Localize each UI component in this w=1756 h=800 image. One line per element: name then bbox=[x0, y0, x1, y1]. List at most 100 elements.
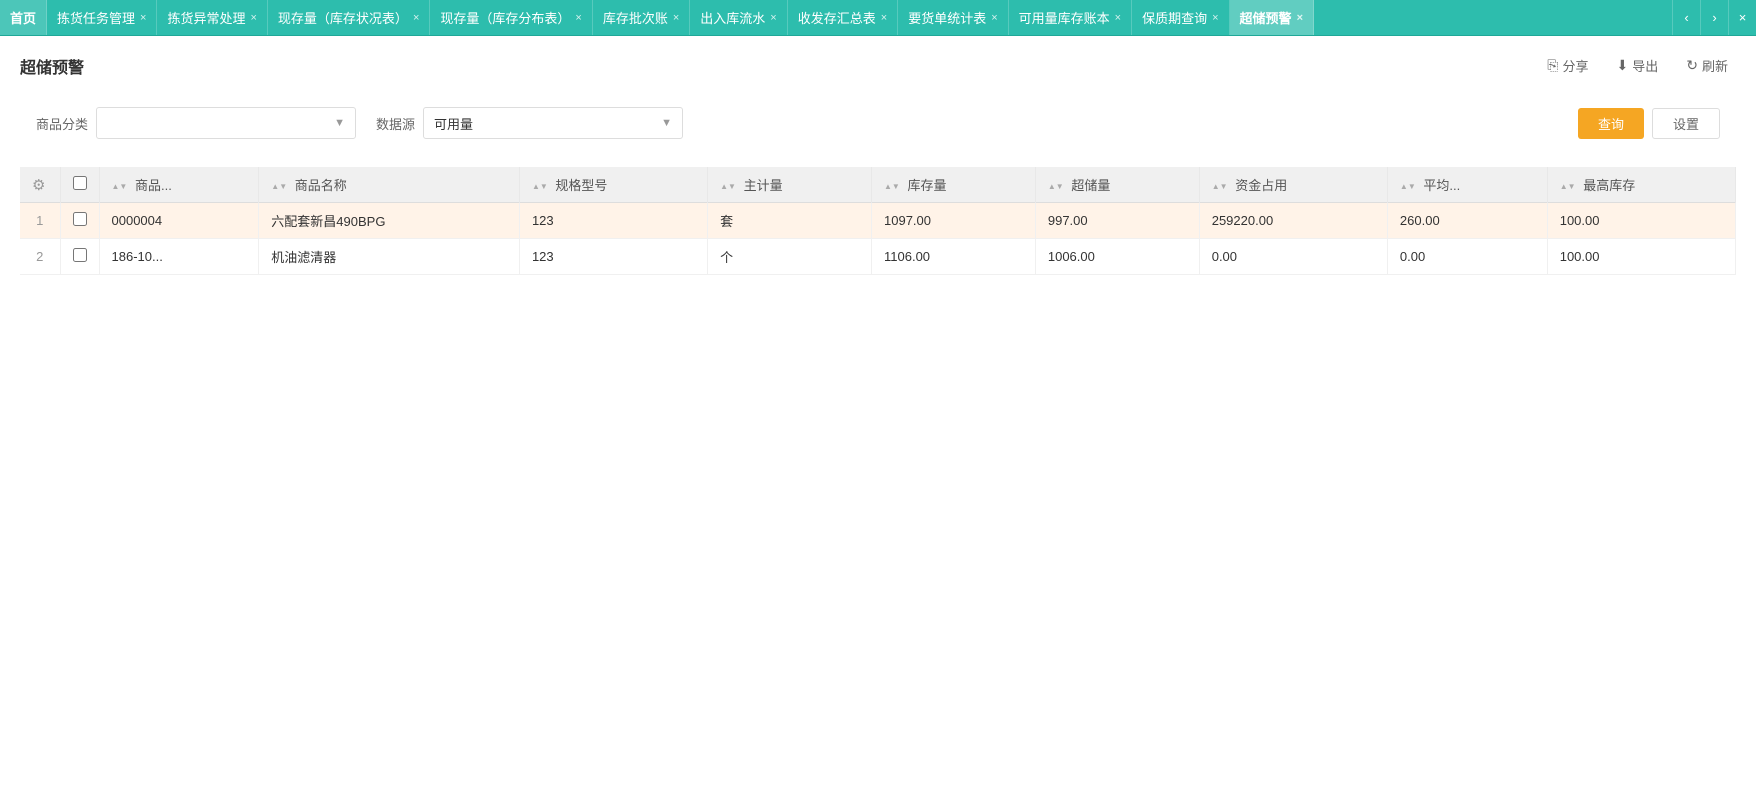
cell-product-code: 186-10... bbox=[99, 239, 259, 275]
col-product-code: ▲▼ 商品... bbox=[99, 167, 259, 203]
datasource-select[interactable]: 可用量 ▼ bbox=[423, 107, 683, 139]
top-navigation: 首页 拣货任务管理 × 拣货异常处理 × 现存量（库存状况表） × 现存量（库存… bbox=[0, 0, 1756, 36]
cell-unit: 个 bbox=[708, 239, 872, 275]
cell-product-code: 0000004 bbox=[99, 203, 259, 239]
cell-overstock: 1006.00 bbox=[1035, 239, 1199, 275]
close-icon[interactable]: × bbox=[991, 12, 997, 24]
col-product-name: ▲▼ 商品名称 bbox=[259, 167, 520, 203]
table-header: ⚙ ▲▼ 商品... ▲▼ 商品名称 ▲▼ 规格型号 ▲▼ bbox=[20, 167, 1736, 203]
sort-icon[interactable]: ▲▼ bbox=[1560, 183, 1576, 191]
table-row: 1 0000004 六配套新昌490BPG 123 套 1097.00 997.… bbox=[20, 203, 1736, 239]
close-icon[interactable]: × bbox=[413, 12, 419, 24]
page-content: 超储预警 ⎘ 分享 ⬇ 导出 ↻ 刷新 商品分类 ▼ 数据源 bbox=[0, 36, 1756, 800]
cell-stock: 1106.00 bbox=[872, 239, 1036, 275]
nav-close-all-button[interactable]: × bbox=[1728, 0, 1756, 36]
cell-max-stock: 100.00 bbox=[1547, 203, 1735, 239]
filter-actions: 查询 设置 bbox=[1578, 108, 1720, 139]
col-avg: ▲▼ 平均... bbox=[1387, 167, 1547, 203]
close-icon[interactable]: × bbox=[1297, 12, 1303, 24]
chevron-down-icon: ▼ bbox=[334, 117, 345, 129]
col-capital: ▲▼ 资金占用 bbox=[1199, 167, 1387, 203]
cell-unit: 套 bbox=[708, 203, 872, 239]
nav-item-summary[interactable]: 收发存汇总表 × bbox=[788, 0, 898, 35]
cell-product-name: 六配套新昌490BPG bbox=[259, 203, 520, 239]
col-unit: ▲▼ 主计量 bbox=[708, 167, 872, 203]
query-button[interactable]: 查询 bbox=[1578, 108, 1644, 139]
cell-spec: 123 bbox=[519, 239, 707, 275]
nav-item-batch[interactable]: 库存批次账 × bbox=[593, 0, 690, 35]
cell-spec: 123 bbox=[519, 203, 707, 239]
col-checkbox bbox=[60, 167, 99, 203]
export-icon: ⬇ bbox=[1617, 57, 1629, 74]
chevron-down-icon: ▼ bbox=[661, 117, 672, 129]
close-icon[interactable]: × bbox=[1115, 12, 1121, 24]
close-icon[interactable]: × bbox=[881, 12, 887, 24]
cell-capital: 259220.00 bbox=[1199, 203, 1387, 239]
gear-icon[interactable]: ⚙ bbox=[32, 177, 45, 194]
nav-item-stock-dist[interactable]: 现存量（库存分布表） × bbox=[430, 0, 592, 35]
settings-button[interactable]: 设置 bbox=[1652, 108, 1720, 139]
nav-item-stock-status[interactable]: 现存量（库存状况表） × bbox=[268, 0, 430, 35]
share-icon: ⎘ bbox=[1547, 57, 1558, 74]
row-checkbox[interactable] bbox=[73, 248, 87, 262]
close-icon[interactable]: × bbox=[1212, 12, 1218, 24]
sort-icon[interactable]: ▲▼ bbox=[1400, 183, 1416, 191]
col-spec: ▲▼ 规格型号 bbox=[519, 167, 707, 203]
col-stock: ▲▼ 库存量 bbox=[872, 167, 1036, 203]
select-all-checkbox[interactable] bbox=[73, 176, 87, 190]
row-checkbox-cell bbox=[60, 239, 99, 275]
nav-item-expiry[interactable]: 保质期查询 × bbox=[1132, 0, 1229, 35]
table-row: 2 186-10... 机油滤清器 123 个 1106.00 1006.00 … bbox=[20, 239, 1736, 275]
refresh-icon: ↻ bbox=[1686, 57, 1698, 74]
cell-avg: 260.00 bbox=[1387, 203, 1547, 239]
nav-item-home[interactable]: 首页 bbox=[0, 0, 47, 35]
sort-icon[interactable]: ▲▼ bbox=[884, 183, 900, 191]
product-category-filter: 商品分类 ▼ bbox=[36, 107, 356, 139]
page-header: 超储预警 ⎘ 分享 ⬇ 导出 ↻ 刷新 bbox=[20, 52, 1736, 79]
cell-max-stock: 100.00 bbox=[1547, 239, 1735, 275]
sort-icon[interactable]: ▲▼ bbox=[720, 183, 736, 191]
sort-icon[interactable]: ▲▼ bbox=[112, 183, 128, 191]
sort-icon[interactable]: ▲▼ bbox=[532, 183, 548, 191]
nav-item-inout[interactable]: 出入库流水 × bbox=[690, 0, 787, 35]
close-icon[interactable]: × bbox=[250, 12, 256, 24]
cell-product-name: 机油滤清器 bbox=[259, 239, 520, 275]
share-button[interactable]: ⎘ 分享 bbox=[1539, 52, 1596, 79]
close-icon[interactable]: × bbox=[140, 12, 146, 24]
row-checkbox-cell bbox=[60, 203, 99, 239]
export-button[interactable]: ⬇ 导出 bbox=[1609, 52, 1667, 79]
sort-icon[interactable]: ▲▼ bbox=[1048, 183, 1064, 191]
close-icon[interactable]: × bbox=[770, 12, 776, 24]
col-max-stock: ▲▼ 最高库存 bbox=[1547, 167, 1735, 203]
nav-next-button[interactable]: › bbox=[1700, 0, 1728, 36]
cell-capital: 0.00 bbox=[1199, 239, 1387, 275]
nav-item-order-stats[interactable]: 要货单统计表 × bbox=[898, 0, 1008, 35]
nav-arrows: ‹ › × bbox=[1672, 0, 1756, 36]
product-category-select[interactable]: ▼ bbox=[96, 107, 356, 139]
page-title: 超储预警 bbox=[20, 54, 84, 78]
datasource-value: 可用量 bbox=[434, 114, 473, 133]
header-actions: ⎘ 分享 ⬇ 导出 ↻ 刷新 bbox=[1539, 52, 1736, 79]
cell-overstock: 997.00 bbox=[1035, 203, 1199, 239]
product-category-label: 商品分类 bbox=[36, 114, 88, 133]
cell-avg: 0.00 bbox=[1387, 239, 1547, 275]
nav-item-exception[interactable]: 拣货异常处理 × bbox=[157, 0, 267, 35]
close-icon[interactable]: × bbox=[673, 12, 679, 24]
close-icon[interactable]: × bbox=[575, 12, 581, 24]
nav-item-overstock[interactable]: 超储预警 × bbox=[1230, 0, 1314, 35]
filter-bar: 商品分类 ▼ 数据源 可用量 ▼ 查询 设置 bbox=[20, 95, 1736, 151]
row-checkbox[interactable] bbox=[73, 212, 87, 226]
sort-icon[interactable]: ▲▼ bbox=[1212, 183, 1228, 191]
nav-item-available-stock[interactable]: 可用量库存账本 × bbox=[1009, 0, 1132, 35]
sort-icon[interactable]: ▲▼ bbox=[271, 183, 287, 191]
datasource-filter: 数据源 可用量 ▼ bbox=[376, 107, 683, 139]
refresh-button[interactable]: ↻ 刷新 bbox=[1678, 52, 1736, 79]
nav-prev-button[interactable]: ‹ bbox=[1672, 0, 1700, 36]
datasource-label: 数据源 bbox=[376, 114, 415, 133]
nav-item-task-mgmt[interactable]: 拣货任务管理 × bbox=[47, 0, 157, 35]
col-settings: ⚙ bbox=[20, 167, 60, 203]
row-number: 1 bbox=[20, 203, 60, 239]
cell-stock: 1097.00 bbox=[872, 203, 1036, 239]
col-overstock: ▲▼ 超储量 bbox=[1035, 167, 1199, 203]
table-body: 1 0000004 六配套新昌490BPG 123 套 1097.00 997.… bbox=[20, 203, 1736, 275]
